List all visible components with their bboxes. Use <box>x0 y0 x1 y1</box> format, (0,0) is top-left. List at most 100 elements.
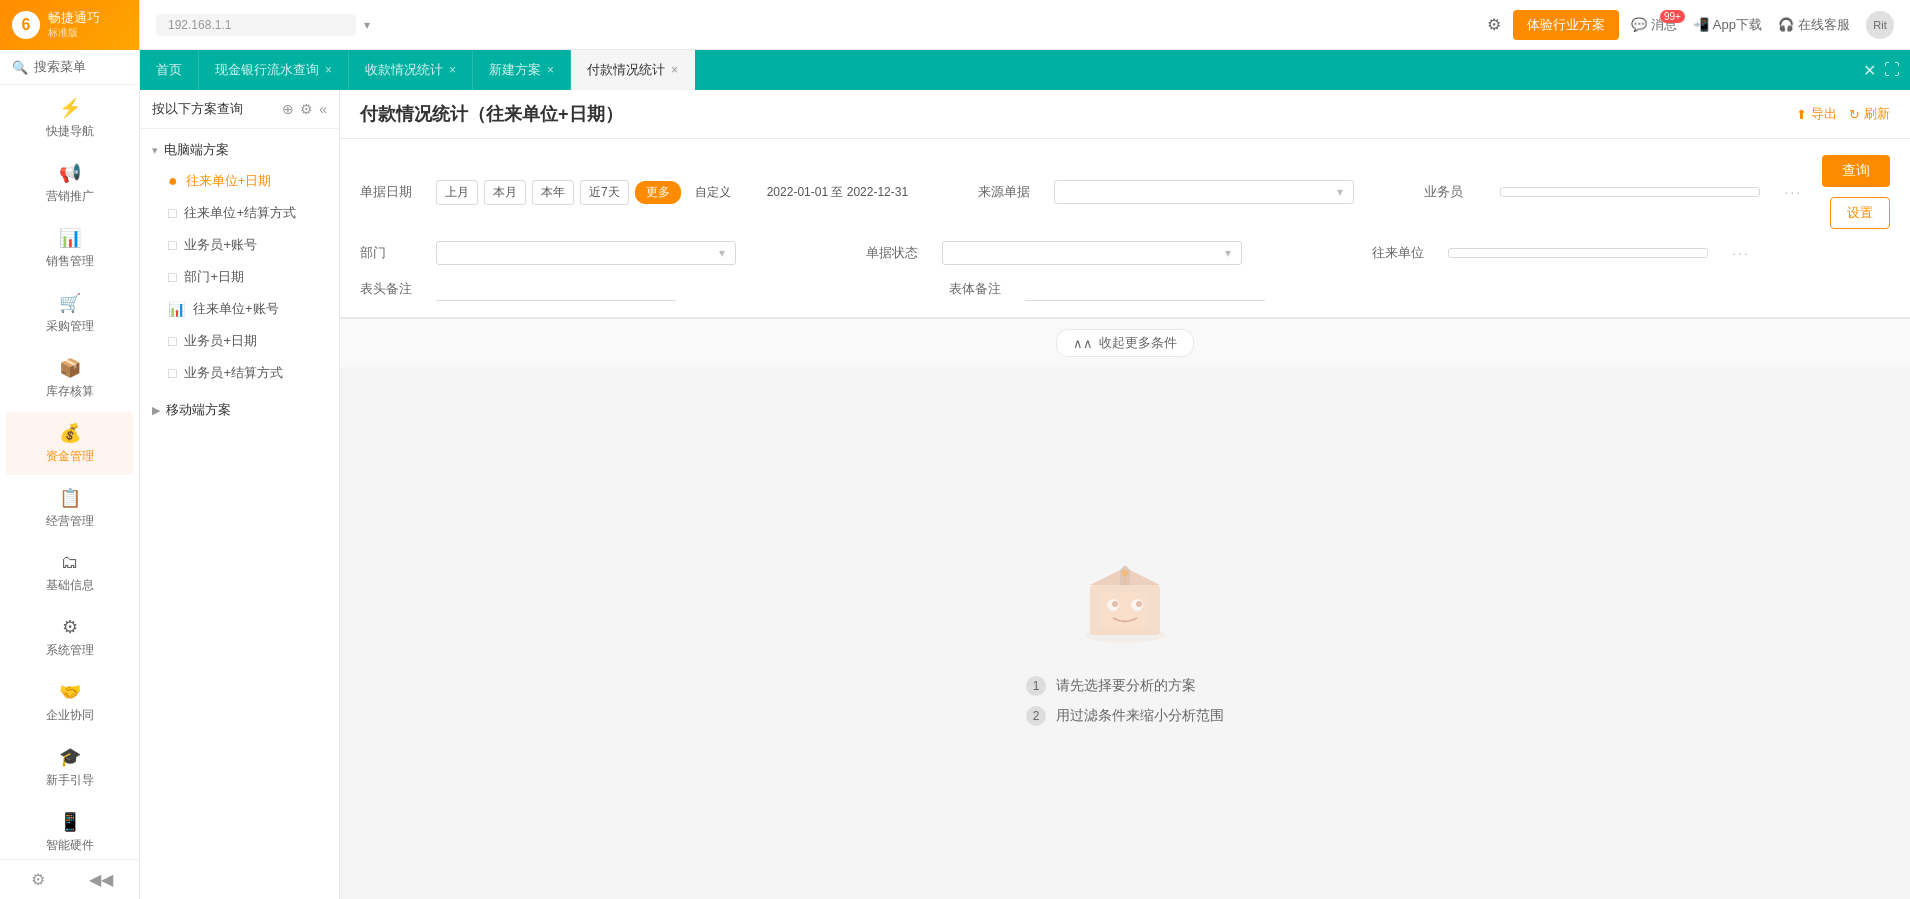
sidebar-item-guide[interactable]: 🎓 新手引导 <box>6 736 133 799</box>
mobile-section-chevron: ▶ <box>152 404 160 417</box>
tab-expand-icon[interactable]: ⛶ <box>1884 61 1900 79</box>
scheme-item-partner-account[interactable]: 📊 往来单位+账号 <box>140 293 339 325</box>
body-note-label: 表体备注 <box>949 280 1005 298</box>
desktop-section-label: 电脑端方案 <box>164 141 229 159</box>
scheme-item-dept-date[interactable]: □ 部门+日期 <box>140 261 339 293</box>
sidebar-item-basic[interactable]: 🗂 基础信息 <box>6 542 133 604</box>
tab-close-all-icon[interactable]: ✕ <box>1863 61 1876 80</box>
page-title: 付款情况统计（往来单位+日期） <box>360 102 623 126</box>
dept-select[interactable]: ▾ <box>436 241 736 265</box>
date-btn-custom[interactable]: 自定义 <box>687 181 739 204</box>
refresh-label: 刷新 <box>1864 105 1890 123</box>
url-chevron-icon[interactable]: ▾ <box>364 18 370 32</box>
tab-bank-flow-close[interactable]: × <box>325 63 332 77</box>
date-btn-this-year[interactable]: 本年 <box>532 180 574 205</box>
scheme-item-partner-payment[interactable]: □ 往来单位+结算方式 <box>140 197 339 229</box>
tab-receipt-close[interactable]: × <box>449 63 456 77</box>
tab-new-scheme[interactable]: 新建方案 × <box>473 50 571 90</box>
service-btn[interactable]: 🎧 在线客服 <box>1778 16 1850 34</box>
sidebar-item-hardware[interactable]: 📱 智能硬件 <box>6 801 133 859</box>
svg-point-8 <box>1122 570 1128 576</box>
desktop-section-header[interactable]: ▾ 电脑端方案 <box>140 135 339 165</box>
body-note-input[interactable] <box>1025 277 1265 301</box>
sidebar-item-system[interactable]: ⚙ 系统管理 <box>6 606 133 669</box>
date-btn-this-month[interactable]: 本月 <box>484 180 526 205</box>
page-header: 付款情况统计（往来单位+日期） ⬆ 导出 ↻ 刷新 <box>340 90 1910 139</box>
sidebar-item-label: 经营管理 <box>46 513 94 530</box>
scheme-collapse-btn[interactable]: « <box>319 101 327 117</box>
export-label: 导出 <box>1811 105 1837 123</box>
date-label: 单据日期 <box>360 183 416 201</box>
sidebar-item-quick-nav[interactable]: ⚡ 快捷导航 <box>6 87 133 150</box>
sidebar-item-finance[interactable]: 💰 资金管理 <box>6 412 133 475</box>
tab-new-scheme-close[interactable]: × <box>547 63 554 77</box>
operations-icon: 📋 <box>59 487 81 509</box>
tabbar-actions: ✕ ⛶ <box>1853 50 1910 90</box>
tab-bank-flow-label: 现金银行流水查询 <box>215 61 319 79</box>
sidebar-item-inventory[interactable]: 📦 库存核算 <box>6 347 133 410</box>
source-select[interactable]: ▾ <box>1054 180 1354 204</box>
settings-button[interactable]: 设置 <box>1830 197 1890 229</box>
scheme-item-salesman-account[interactable]: □ 业务员+账号 <box>140 229 339 261</box>
refresh-btn[interactable]: ↻ 刷新 <box>1849 105 1890 123</box>
enterprise-icon: 🤝 <box>59 681 81 703</box>
salesman-dots[interactable]: ··· <box>1784 184 1802 200</box>
date-btn-last-7[interactable]: 近7天 <box>580 180 629 205</box>
partner-dots[interactable]: ··· <box>1732 245 1750 261</box>
sidebar: 6 畅捷通巧 标准版 🔍 搜索菜单 ⚡ 快捷导航 📢 营销推广 📊 销售管理 🛒… <box>0 0 140 899</box>
trial-button[interactable]: 体验行业方案 <box>1513 10 1619 40</box>
scheme-item-salesman-payment[interactable]: □ 业务员+结算方式 <box>140 357 339 389</box>
scheme-panel: 按以下方案查询 ⊕ ⚙ « ▾ 电脑端方案 ● 往来单位+日期 □ <box>140 90 340 899</box>
topbar-settings-icon[interactable]: ⚙ <box>1487 15 1501 34</box>
scheme-panel-title: 按以下方案查询 <box>152 100 243 118</box>
tip-num-2: 2 <box>1026 706 1046 726</box>
tip-text-2: 用过滤条件来缩小分析范围 <box>1056 707 1224 725</box>
page-header-actions: ⬆ 导出 ↻ 刷新 <box>1796 105 1890 123</box>
app-download-btn[interactable]: 📲 App下载 <box>1693 16 1762 34</box>
scheme-panel-actions: ⊕ ⚙ « <box>282 101 327 117</box>
tab-receipt-stats[interactable]: 收款情况统计 × <box>349 50 473 90</box>
message-btn[interactable]: 💬 消息 99+ <box>1631 16 1677 34</box>
svg-rect-2 <box>1100 592 1150 628</box>
tip-text-1: 请先选择要分析的方案 <box>1056 677 1196 695</box>
scheme-item-label: 业务员+结算方式 <box>184 364 283 382</box>
partner-select[interactable] <box>1448 248 1708 258</box>
sidebar-item-label: 库存核算 <box>46 383 94 400</box>
user-avatar[interactable]: Rit <box>1866 11 1894 39</box>
collapse-button[interactable]: ∧∧ 收起更多条件 <box>1056 329 1194 357</box>
filter-row-2: 部门 ▾ 单据状态 ▾ 往来单位 ·· <box>360 241 1890 265</box>
mobile-section-header[interactable]: ▶ 移动端方案 <box>140 395 339 425</box>
header-note-input[interactable] <box>436 277 676 301</box>
date-btn-last-month[interactable]: 上月 <box>436 180 478 205</box>
scheme-item-icon-3: □ <box>168 269 176 285</box>
sidebar-item-sales[interactable]: 📊 销售管理 <box>6 217 133 280</box>
sidebar-item-purchase[interactable]: 🛒 采购管理 <box>6 282 133 345</box>
sidebar-item-operations[interactable]: 📋 经营管理 <box>6 477 133 540</box>
empty-illustration <box>1065 540 1185 660</box>
data-area: 1 请先选择要分析的方案 2 用过滤条件来缩小分析范围 <box>340 367 1910 899</box>
tab-bank-flow[interactable]: 现金银行流水查询 × <box>199 50 349 90</box>
doc-status-select[interactable]: ▾ <box>942 241 1242 265</box>
dept-label: 部门 <box>360 244 416 262</box>
scheme-settings-btn[interactable]: ⚙ <box>300 101 313 117</box>
sidebar-settings-btn[interactable]: ⚙ <box>10 870 66 889</box>
sidebar-item-marketing[interactable]: 📢 营销推广 <box>6 152 133 215</box>
date-btn-more[interactable]: 更多 <box>635 181 681 204</box>
search-menu[interactable]: 🔍 搜索菜单 <box>0 50 139 85</box>
scheme-item-label: 往来单位+日期 <box>186 172 272 190</box>
empty-tips: 1 请先选择要分析的方案 2 用过滤条件来缩小分析范围 <box>1026 676 1224 726</box>
salesman-label: 业务员 <box>1424 183 1480 201</box>
tab-home[interactable]: 首页 <box>140 50 199 90</box>
message-badge: 99+ <box>1660 10 1685 23</box>
sidebar-item-enterprise[interactable]: 🤝 企业协同 <box>6 671 133 734</box>
query-button[interactable]: 查询 <box>1822 155 1890 187</box>
search-label: 搜索菜单 <box>34 58 86 76</box>
scheme-add-btn[interactable]: ⊕ <box>282 101 294 117</box>
scheme-item-partner-date[interactable]: ● 往来单位+日期 <box>140 165 339 197</box>
scheme-item-salesman-date[interactable]: □ 业务员+日期 <box>140 325 339 357</box>
salesman-select[interactable] <box>1500 187 1760 197</box>
tab-payment-stats[interactable]: 付款情况统计 × <box>571 50 695 90</box>
tab-payment-close[interactable]: × <box>671 63 678 77</box>
sidebar-collapse-btn[interactable]: ◀◀ <box>74 870 130 889</box>
export-btn[interactable]: ⬆ 导出 <box>1796 105 1837 123</box>
